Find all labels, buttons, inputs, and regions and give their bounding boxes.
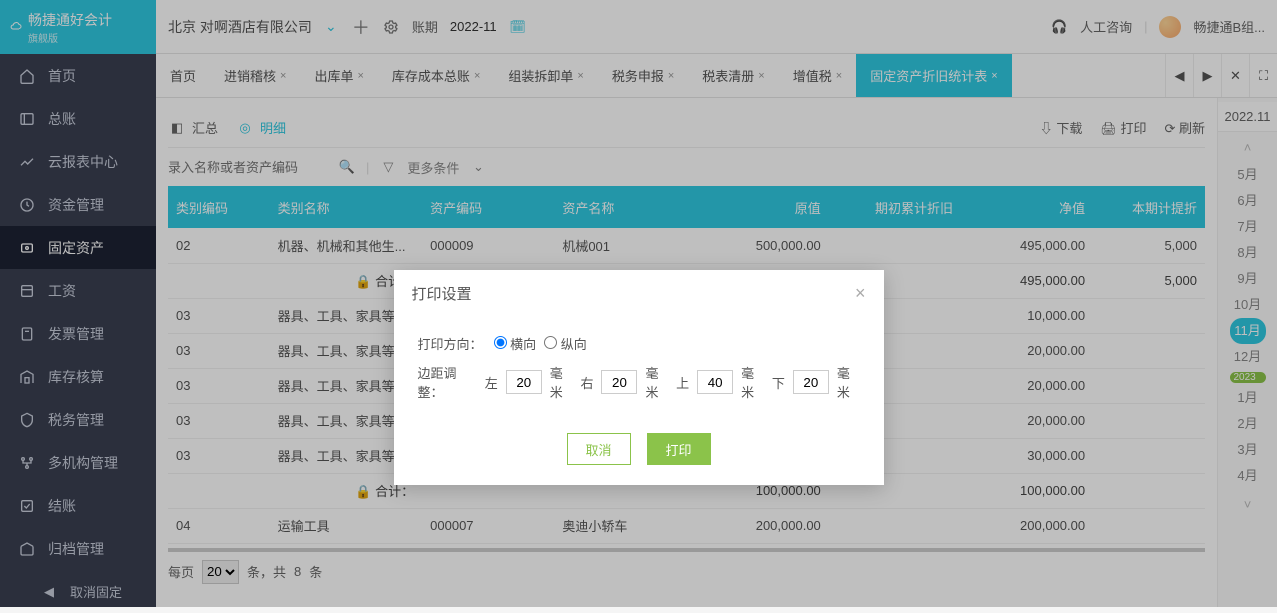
close-icon[interactable]: × (855, 283, 866, 304)
direction-label: 打印方向： (418, 334, 486, 353)
margin-label: 边距调整： (418, 363, 477, 401)
modal-title: 打印设置 (412, 283, 472, 304)
print-confirm-button[interactable]: 打印 (647, 433, 711, 465)
orient-vertical[interactable]: 纵向 (544, 334, 587, 353)
cancel-button[interactable]: 取消 (567, 433, 631, 465)
orient-horizontal[interactable]: 横向 (494, 334, 537, 353)
print-settings-modal: 打印设置 × 打印方向： 横向 纵向 边距调整： 左毫米 右毫米 上毫米 下毫米… (394, 270, 884, 485)
margin-top[interactable] (697, 370, 733, 394)
margin-bottom[interactable] (793, 370, 829, 394)
margin-right[interactable] (601, 370, 637, 394)
margin-left[interactable] (506, 370, 542, 394)
